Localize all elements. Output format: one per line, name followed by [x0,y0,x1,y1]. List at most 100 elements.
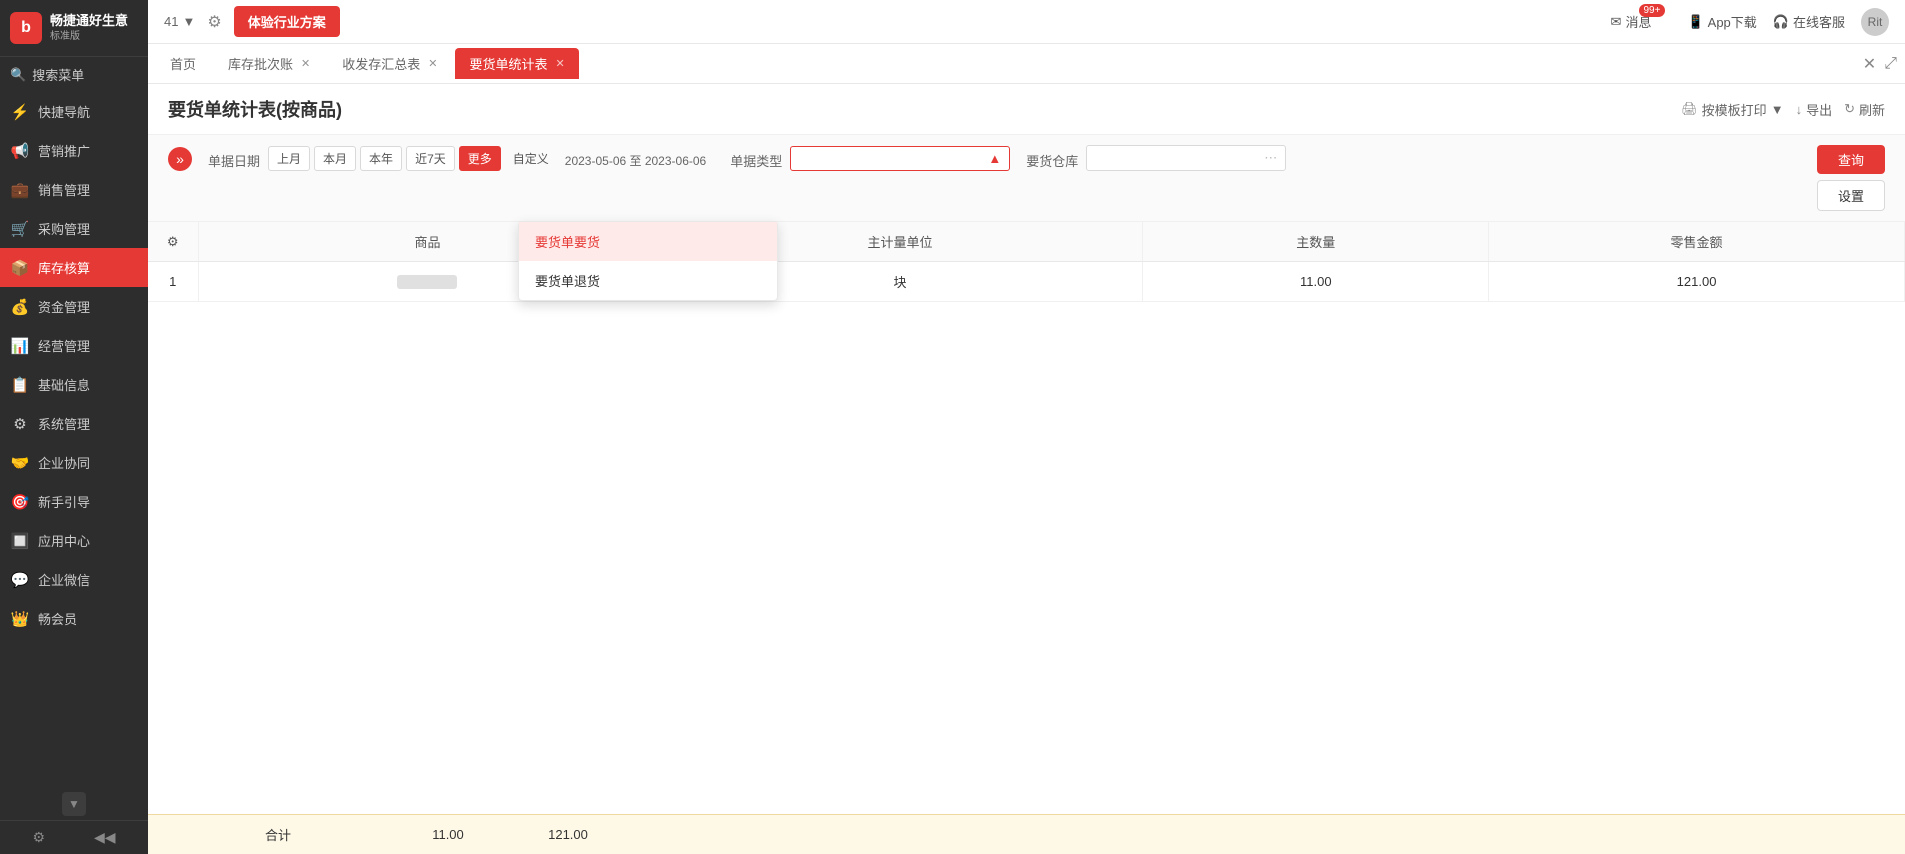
system-icon: ⚙ [10,415,30,433]
date-custom-btn[interactable]: 自定义 [505,147,557,170]
sales-icon: 💼 [10,181,30,199]
date-shortcut-more[interactable]: 更多 [459,146,501,171]
sidebar-item-guide[interactable]: 🎯 新手引导 [0,482,148,521]
topbar-left: 41 ▼ ⚙ 体验行业方案 [164,6,340,37]
sidebar-nav: ⚡ 快捷导航 📢 营销推广 💼 销售管理 🛒 采购管理 📦 库存核算 💰 资金管… [0,92,148,788]
logo-icon: b [10,12,42,44]
sidebar-item-purchase[interactable]: 🛒 采购管理 [0,209,148,248]
tab-batch[interactable]: 库存批次账 ✕ [214,48,324,79]
maximize-icon[interactable]: ⤢ [1884,55,1897,73]
sidebar-item-sales[interactable]: 💼 销售管理 [0,170,148,209]
filter-expand-btn[interactable]: » [168,147,192,171]
tab-close-batch[interactable]: ✕ [301,57,310,70]
table-row: 1 块 11.00 121.00 [148,262,1905,302]
table-footer: 合计 11.00 121.00 [148,814,1905,854]
refresh-btn[interactable]: ↻ 刷新 [1844,100,1885,119]
sidebar-footer: ⚙ ◀◀ [0,820,148,854]
tab-close-receive[interactable]: ✕ [428,57,437,70]
tab-requisition-summary[interactable]: 要货单统计表 ✕ [455,48,578,79]
warehouse-more-icon: ⋯ [1264,150,1277,166]
dropdown-item-requisition[interactable]: 要货单要货 [519,222,777,261]
footer-label: 合计 [168,825,388,844]
table-body: 1 块 11.00 121.00 [148,262,1905,302]
footer-amount: 121.00 [508,827,628,842]
message-icon: ✉ [1611,14,1622,30]
close-all-icon[interactable]: ✕ [1863,54,1876,74]
sidebar-item-basic[interactable]: 📋 基础信息 [0,365,148,404]
sidebar-item-enterprise[interactable]: 🤝 企业协同 [0,443,148,482]
messages-btn[interactable]: ✉ 消息 99+ [1611,12,1652,31]
sidebar-settings-icon[interactable]: ⚙ [32,829,45,846]
sidebar-item-apps[interactable]: 🔲 应用中心 [0,521,148,560]
cell-quantity: 11.00 [1143,262,1489,302]
query-btn[interactable]: 查询 [1817,145,1885,174]
date-range-display: 2023-05-06 至 2023-06-06 [565,148,706,169]
tab-home[interactable]: 首页 [156,48,210,79]
basic-icon: 📋 [10,376,30,394]
col-amount: 零售金额 [1489,222,1905,262]
page-content: 要货单统计表(按商品) 🖨 按模板打印 ▼ ↓ 导出 ↻ 刷新 [148,84,1905,854]
col-settings[interactable]: ⚙ [148,222,198,262]
marketing-icon: 📢 [10,142,30,160]
footer-quantity: 11.00 [388,827,508,842]
sidebar-item-inventory[interactable]: 📦 库存核算 [0,248,148,287]
main-content: 41 ▼ ⚙ 体验行业方案 ✉ 消息 99+ 📱 App下载 🎧 在线客服 Ri… [148,0,1905,854]
filter-bar: » 单据日期 上月 本月 本年 近7天 更多 自定义 2023-05-06 至 … [148,135,1905,222]
set-btn[interactable]: 设置 [1817,180,1885,211]
search-menu[interactable]: 🔍 搜索菜单 [0,57,148,92]
refresh-icon: ↻ [1844,101,1855,117]
sidebar-item-members[interactable]: 👑 畅会员 [0,599,148,638]
dropdown-item-return[interactable]: 要货单退货 [519,261,777,300]
sidebar-item-marketing[interactable]: 📢 营销推广 [0,131,148,170]
members-icon: 👑 [10,610,30,628]
sidebar-item-management[interactable]: 📊 经营管理 [0,326,148,365]
user-avatar[interactable]: Rit [1861,8,1889,36]
col-quantity: 主数量 [1143,222,1489,262]
sidebar-scroll-down[interactable]: ▼ [0,788,148,820]
print-chevron-icon: ▼ [1771,102,1784,117]
page-title: 要货单统计表(按商品) [168,96,342,122]
tab-receive-summary[interactable]: 收发存汇总表 ✕ [328,48,451,79]
quick-nav-icon: ⚡ [10,103,30,121]
tab-close-requisition[interactable]: ✕ [556,57,565,70]
logo-area: b 畅捷通好生意 标准版 [0,0,148,57]
topbar-right: ✉ 消息 99+ 📱 App下载 🎧 在线客服 Rit [1611,8,1889,36]
chevron-down-icon: ▼ [182,14,195,29]
table-container: ⚙ 商品 主计量单位 主数量 零售金额 1 块 [148,222,1905,814]
data-table: ⚙ 商品 主计量单位 主数量 零售金额 1 块 [148,222,1905,302]
trial-btn[interactable]: 体验行业方案 [234,6,340,37]
inventory-icon: 📦 [10,259,30,277]
date-shortcut-week[interactable]: 近7天 [406,146,455,171]
sidebar-item-system[interactable]: ⚙ 系统管理 [0,404,148,443]
warehouse-dropdown[interactable]: ⋯ [1086,145,1286,171]
print-btn[interactable]: 🖨 按模板打印 ▼ [1681,100,1783,119]
purchase-icon: 🛒 [10,220,30,238]
date-shortcut-current[interactable]: 本月 [314,146,356,171]
date-shortcut-year[interactable]: 本年 [360,146,402,171]
export-btn[interactable]: ↓ 导出 [1796,100,1833,119]
sidebar-item-wechat[interactable]: 💬 企业微信 [0,560,148,599]
sidebar-item-quick-nav[interactable]: ⚡ 快捷导航 [0,92,148,131]
sidebar-item-finance[interactable]: 💰 资金管理 [0,287,148,326]
finance-icon: 💰 [10,298,30,316]
phone-icon: 📱 [1687,14,1703,30]
cell-amount: 121.00 [1489,262,1905,302]
type-dropdown[interactable]: ▲ [790,146,1010,171]
app-download-btn[interactable]: 📱 App下载 [1687,12,1756,31]
type-dropdown-menu: 要货单要货 要货单退货 [518,221,778,301]
scroll-down-button[interactable]: ▼ [62,792,86,816]
date-shortcut-up[interactable]: 上月 [268,146,310,171]
enterprise-icon: 🤝 [10,454,30,472]
sidebar: b 畅捷通好生意 标准版 🔍 搜索菜单 ⚡ 快捷导航 📢 营销推广 💼 销售管理… [0,0,148,854]
support-btn[interactable]: 🎧 在线客服 [1773,12,1845,31]
type-label: 单据类型 [730,147,782,170]
topbar: 41 ▼ ⚙ 体验行业方案 ✉ 消息 99+ 📱 App下载 🎧 在线客服 Ri… [148,0,1905,44]
product-blurred [397,275,457,289]
apps-icon: 🔲 [10,532,30,550]
topbar-settings-icon[interactable]: ⚙ [207,12,221,32]
table-header-row: ⚙ 商品 主计量单位 主数量 零售金额 [148,222,1905,262]
filter-btn-group: 查询 设置 [1817,145,1885,211]
sidebar-collapse-icon[interactable]: ◀◀ [94,829,116,846]
management-icon: 📊 [10,337,30,355]
store-selector[interactable]: 41 ▼ [164,14,195,29]
